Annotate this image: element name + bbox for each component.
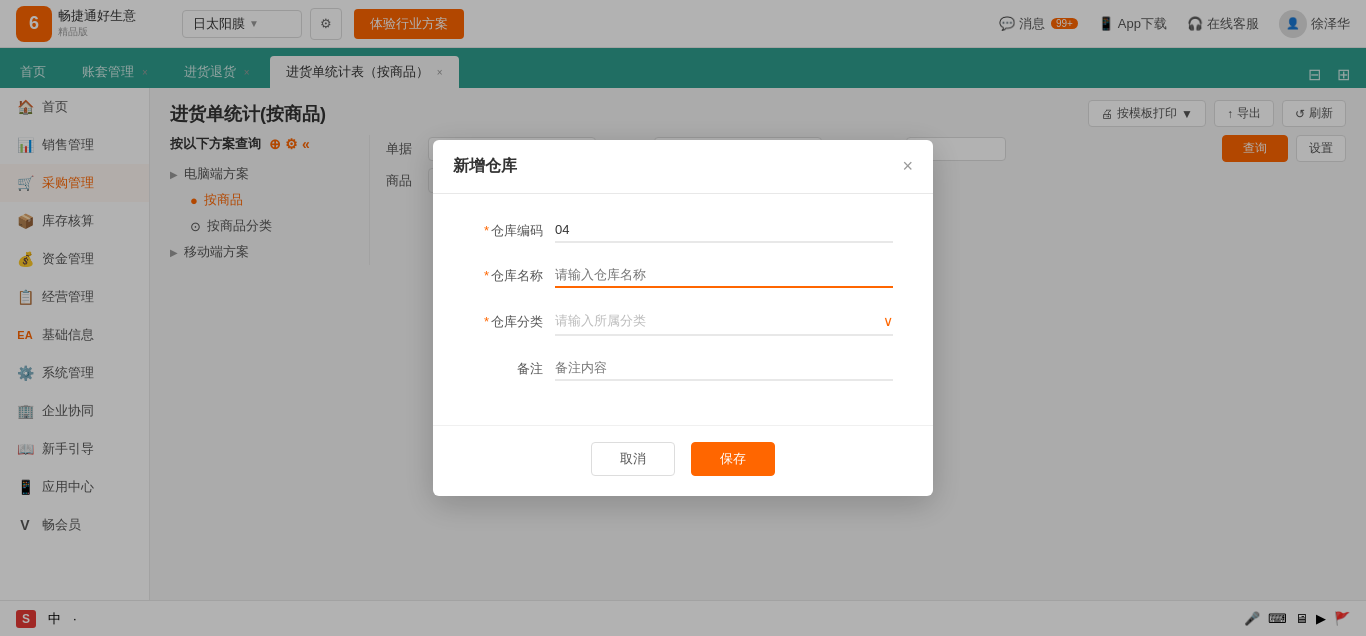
- category-placeholder: 请输入所属分类: [555, 312, 646, 330]
- dialog-header: 新增仓库 ×: [433, 140, 933, 194]
- form-label-name: *仓库名称: [473, 267, 543, 285]
- form-row-code: *仓库编码: [473, 218, 893, 243]
- form-row-category: *仓库分类 请输入所属分类 ∨: [473, 308, 893, 336]
- form-label-category: *仓库分类: [473, 313, 543, 331]
- modal-overlay[interactable]: 新增仓库 × *仓库编码 *仓库名称 *仓库分类: [0, 0, 1366, 636]
- form-label-code: *仓库编码: [473, 222, 543, 240]
- warehouse-category-selector[interactable]: 请输入所属分类 ∨: [555, 308, 893, 336]
- warehouse-name-input[interactable]: [555, 263, 893, 288]
- category-dropdown-arrow: ∨: [883, 313, 893, 329]
- form-row-note: 备注: [473, 356, 893, 381]
- form-label-note: 备注: [473, 360, 543, 378]
- new-warehouse-dialog: 新增仓库 × *仓库编码 *仓库名称 *仓库分类: [433, 140, 933, 496]
- cancel-button[interactable]: 取消: [591, 442, 675, 476]
- save-button[interactable]: 保存: [691, 442, 775, 476]
- form-row-name: *仓库名称: [473, 263, 893, 288]
- dialog-title: 新增仓库: [453, 156, 517, 177]
- dialog-body: *仓库编码 *仓库名称 *仓库分类 请输入所属分类 ∨: [433, 194, 933, 425]
- dialog-footer: 取消 保存: [433, 425, 933, 496]
- dialog-close-button[interactable]: ×: [902, 156, 913, 177]
- warehouse-note-input[interactable]: [555, 356, 893, 381]
- warehouse-code-input[interactable]: [555, 218, 893, 243]
